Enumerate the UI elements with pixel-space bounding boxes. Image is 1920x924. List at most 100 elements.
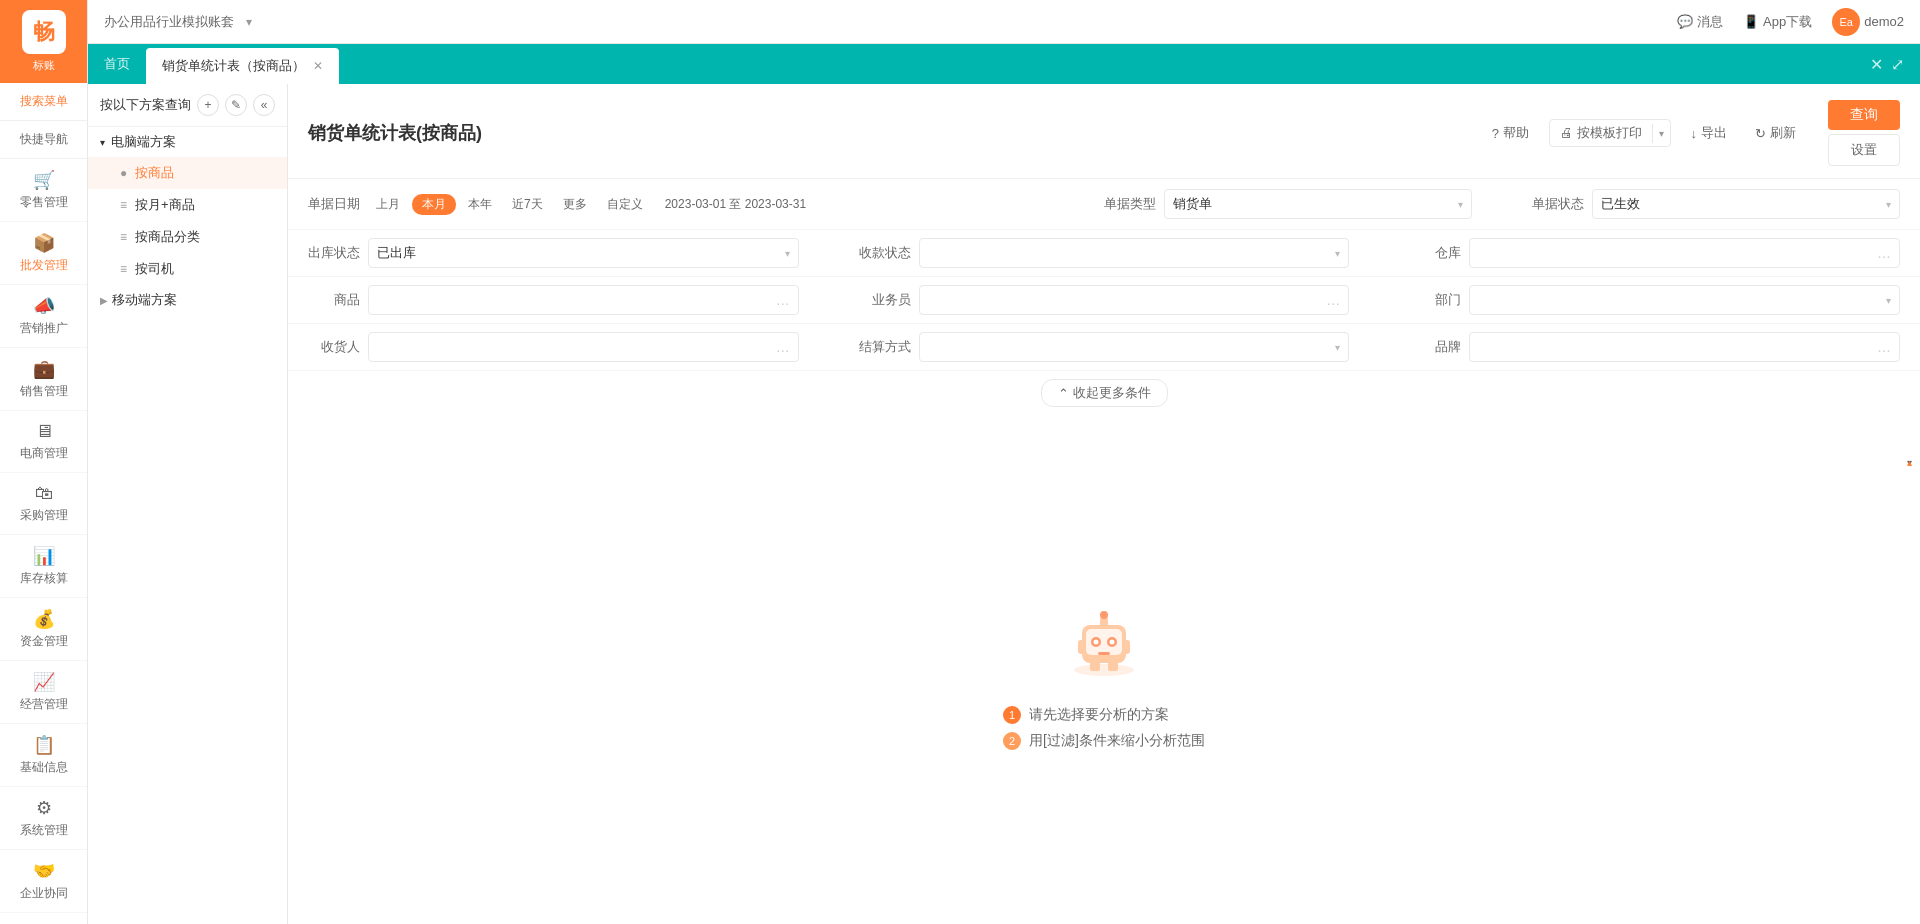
app-download-icon: 📱: [1743, 14, 1759, 29]
message-label: 消息: [1697, 13, 1723, 31]
app-download-btn[interactable]: 📱 App下载: [1743, 13, 1812, 31]
collapse-more-btn[interactable]: ⌃ 收起更多条件: [1041, 379, 1168, 407]
doc-type-label: 单据类型: [1104, 195, 1164, 213]
user-avatar-btn[interactable]: Ea demo2: [1832, 8, 1904, 36]
sidebar-item-newbie[interactable]: 🌟 新手引导: [0, 913, 87, 924]
tab-sales-stats[interactable]: 销货单统计表（按商品） ✕: [146, 48, 339, 84]
finance-icon: 💰: [33, 608, 55, 630]
finance-label: 资金管理: [20, 633, 68, 650]
pc-group-collapse-icon: ▾: [100, 137, 105, 148]
export-btn[interactable]: ↓ 导出: [1683, 120, 1736, 146]
retail-label: 零售管理: [20, 194, 68, 211]
sidebar-item-sales[interactable]: 💼 销售管理: [0, 348, 87, 411]
tab-close-icon[interactable]: ✕: [313, 59, 323, 73]
refresh-btn[interactable]: ↻ 刷新: [1747, 120, 1804, 146]
doc-type-select[interactable]: 销货单 ▾: [1164, 189, 1472, 219]
sidebar-item-wholesale[interactable]: 📦 批发管理 ▴: [0, 222, 87, 285]
scheme-mobile-group-header[interactable]: ▶ 移动端方案: [88, 285, 287, 315]
scheme-pc-group: ▾ 电脑端方案 ● 按商品 ≡ 按月+商品 ≡ 按商品分类: [88, 127, 287, 285]
user-name: demo2: [1864, 14, 1904, 29]
date-range-value: 2023-03-01 至 2023-03-31: [665, 196, 806, 213]
doc-type-value: 销货单: [1173, 195, 1458, 213]
search-menu-label[interactable]: 搜索菜单: [20, 93, 68, 110]
salesperson-input[interactable]: …: [919, 285, 1350, 315]
department-select[interactable]: ▾: [1469, 285, 1900, 315]
print-main-btn[interactable]: 🖨 按模板打印: [1550, 120, 1652, 146]
refresh-icon: ↻: [1755, 126, 1766, 141]
doc-status-select[interactable]: 已生效 ▾: [1592, 189, 1900, 219]
sidebar-item-basic[interactable]: 📋 基础信息: [0, 724, 87, 787]
warehouse-input[interactable]: …: [1469, 238, 1900, 268]
scheme-panel-actions: + ✎ «: [197, 94, 275, 116]
settings-button[interactable]: 设置: [1828, 134, 1900, 166]
stock-out-label: 出库状态: [308, 244, 368, 262]
settlement-select[interactable]: ▾: [919, 332, 1350, 362]
empty-state: 1 请先选择要分析的方案 2 用[过滤]条件来缩小分析范围: [288, 415, 1920, 924]
doc-type-arrow-icon: ▾: [1458, 199, 1463, 210]
date-tab-last-7[interactable]: 近7天: [504, 194, 551, 215]
collapse-btn-label: 收起更多条件: [1073, 384, 1151, 402]
department-arrow-icon: ▾: [1886, 295, 1891, 306]
filter-settlement-block: 结算方式 ▾: [859, 332, 1350, 362]
tabbar-close-btn[interactable]: ✕: [1870, 55, 1883, 74]
collapse-arrow-icon: ⌃: [1058, 386, 1069, 401]
date-tab-more[interactable]: 更多: [555, 194, 595, 215]
sidebar-search[interactable]: 搜索菜单: [0, 83, 87, 121]
avatar-initials: Ea: [1840, 16, 1853, 28]
scheme-item-by-product[interactable]: ● 按商品: [88, 157, 287, 189]
print-dropdown-btn[interactable]: ▾: [1652, 124, 1670, 143]
sidebar-quick-nav[interactable]: 快捷导航: [0, 121, 87, 159]
tip-text-2: 用[过滤]条件来缩小分析范围: [1029, 732, 1205, 750]
query-button[interactable]: 查询: [1828, 100, 1900, 130]
sidebar-logo[interactable]: 畅 标账: [0, 0, 87, 83]
sidebar-item-finance[interactable]: 💰 资金管理: [0, 598, 87, 661]
date-tab-this-year[interactable]: 本年: [460, 194, 500, 215]
scheme-item-by-category[interactable]: ≡ 按商品分类: [88, 221, 287, 253]
sidebar-item-ecommerce[interactable]: 🖥 电商管理: [0, 411, 87, 473]
enterprise-icon: 🤝: [33, 860, 55, 882]
sidebar-item-inventory[interactable]: 📊 库存核算: [0, 535, 87, 598]
empty-tip-2: 2 用[过滤]条件来缩小分析范围: [1003, 732, 1205, 750]
empty-tip-1: 1 请先选择要分析的方案: [1003, 706, 1205, 724]
doc-status-label: 单据状态: [1532, 195, 1592, 213]
date-tab-this-month[interactable]: 本月: [412, 194, 456, 215]
consignee-input[interactable]: …: [368, 332, 799, 362]
quick-nav-label[interactable]: 快捷导航: [20, 131, 68, 148]
print-icon: 🖨: [1560, 125, 1573, 140]
scheme-add-btn[interactable]: +: [197, 94, 219, 116]
payment-select[interactable]: ▾: [919, 238, 1350, 268]
brand-input[interactable]: …: [1469, 332, 1900, 362]
stock-out-select[interactable]: 已出库 ▾: [368, 238, 799, 268]
sidebar-item-operations[interactable]: 📈 经营管理: [0, 661, 87, 724]
tip-text-1: 请先选择要分析的方案: [1029, 706, 1169, 724]
sidebar-item-retail[interactable]: 🛒 零售管理 ▾: [0, 159, 87, 222]
date-tab-last-month[interactable]: 上月: [368, 194, 408, 215]
sidebar-item-marketing[interactable]: 📣 营销推广: [0, 285, 87, 348]
scheme-item-by-machine[interactable]: ≡ 按司机: [88, 253, 287, 285]
scheme-collapse-btn[interactable]: «: [253, 94, 275, 116]
svg-rect-7: [1098, 652, 1110, 655]
operations-icon: 📈: [33, 671, 55, 693]
scheme-pc-group-header[interactable]: ▾ 电脑端方案: [88, 127, 287, 157]
wholesale-icon: 📦: [33, 232, 55, 254]
sidebar-item-system[interactable]: ⚙ 系统管理: [0, 787, 87, 850]
help-btn[interactable]: ? 帮助: [1484, 120, 1537, 146]
scheme-item-by-month-product[interactable]: ≡ 按月+商品: [88, 189, 287, 221]
by-month-product-label: 按月+商品: [135, 196, 195, 214]
product-input[interactable]: …: [368, 285, 799, 315]
tab-home[interactable]: 首页: [88, 44, 146, 84]
brand-label: 品牌: [1409, 338, 1469, 356]
topbar-dropdown-icon[interactable]: ▾: [246, 15, 252, 29]
sidebar-item-purchase[interactable]: 🛍 采购管理: [0, 473, 87, 535]
svg-point-0: [1074, 664, 1134, 676]
tabbar-maximize-btn[interactable]: ⤢: [1891, 55, 1904, 74]
date-tab-custom[interactable]: 自定义: [599, 194, 651, 215]
sidebar-item-enterprise[interactable]: 🤝 企业协同: [0, 850, 87, 913]
message-btn[interactable]: 💬 消息: [1677, 13, 1723, 31]
scheme-edit-btn[interactable]: ✎: [225, 94, 247, 116]
filter-row-4: 收货人 … 结算方式 ▾ 品牌: [288, 324, 1920, 371]
stock-out-arrow-icon: ▾: [785, 248, 790, 259]
tip-num-1: 1: [1003, 706, 1021, 724]
export-icon: ↓: [1691, 126, 1698, 141]
by-category-label: 按商品分类: [135, 228, 200, 246]
